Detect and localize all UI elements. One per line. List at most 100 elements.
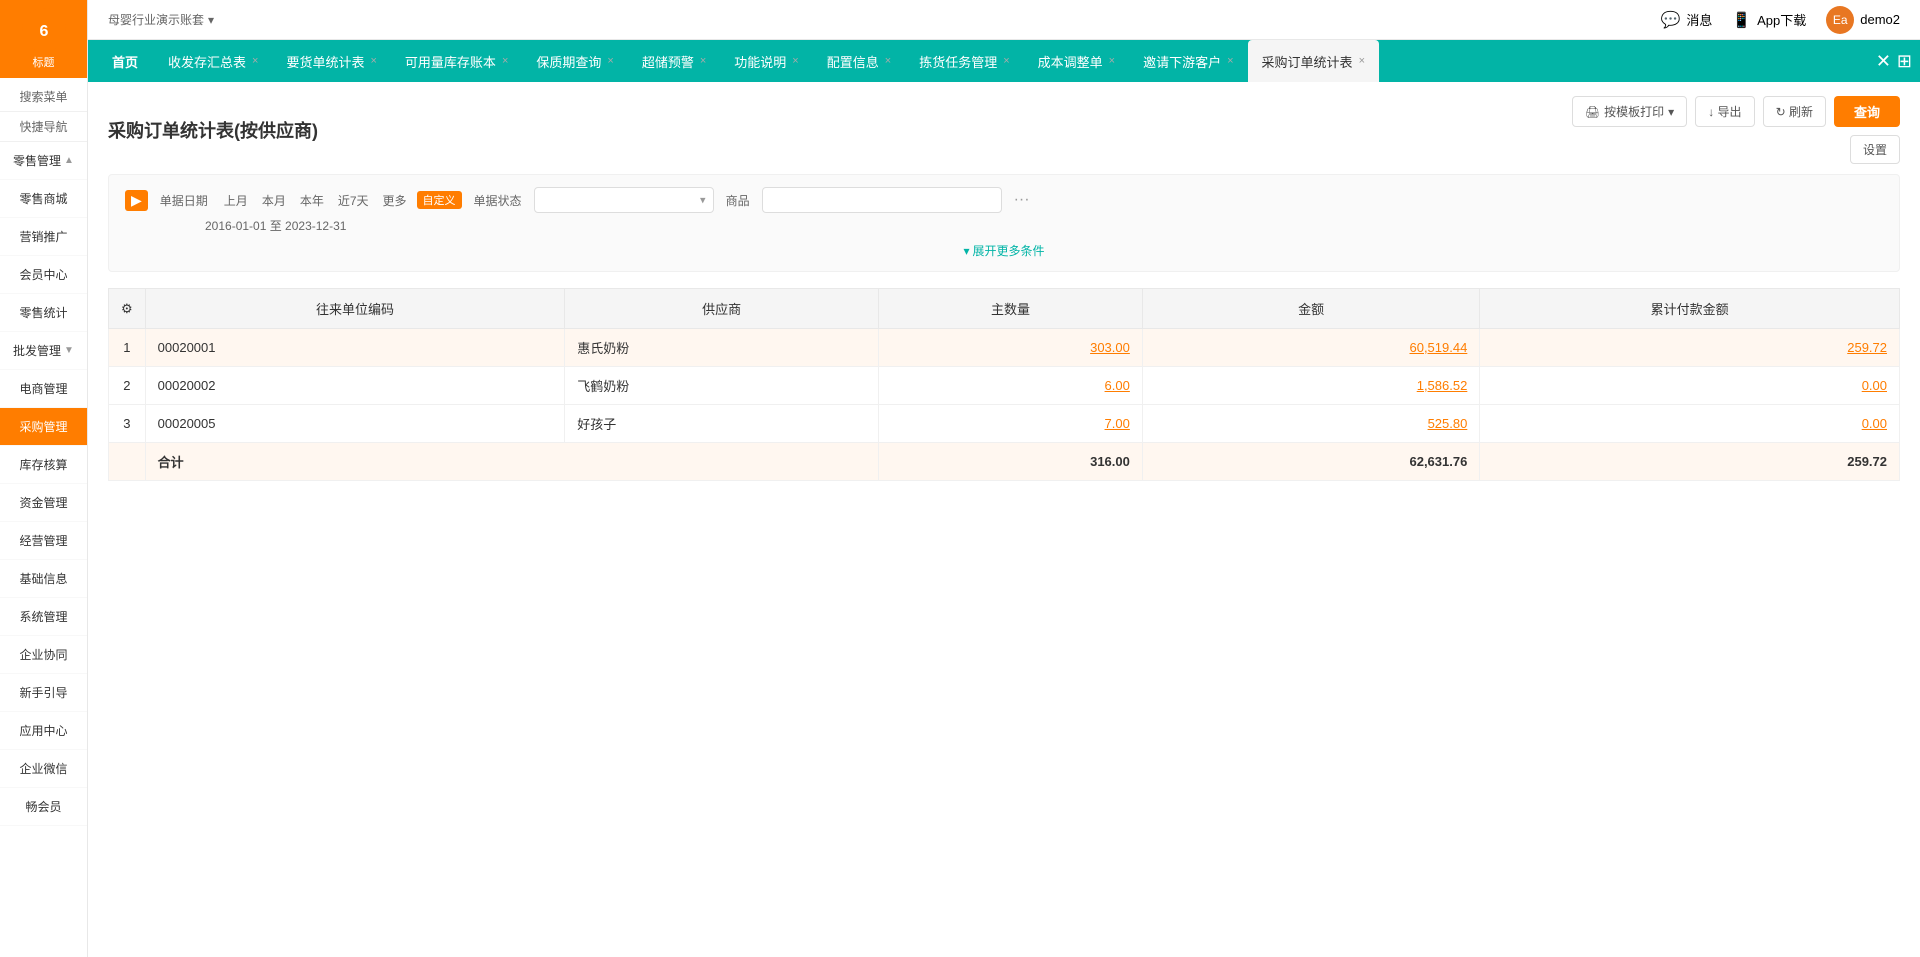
tab-config-info[interactable]: 配置信息 ×: [813, 40, 905, 82]
close-tab-invite-downstream[interactable]: ×: [1227, 55, 1233, 67]
sidebar-item-inventory[interactable]: 库存核算: [0, 446, 87, 484]
expand-more-button[interactable]: ▾ 展开更多条件: [963, 242, 1044, 259]
page-actions: 🖨 按模板打印 ▾ ↓ 导出 ↻ 刷新 查询 设置: [1572, 96, 1900, 164]
close-tab-function-desc[interactable]: ×: [792, 55, 798, 67]
tab-pick-tasks[interactable]: 拣货任务管理 ×: [905, 40, 1023, 82]
row-quantity: 6.00: [879, 367, 1143, 405]
user-profile[interactable]: Ea demo2: [1826, 6, 1900, 34]
sidebar-item-retail-stats[interactable]: 零售统计: [0, 294, 87, 332]
logo[interactable]: 6 标题: [0, 0, 87, 78]
close-tab-overstock-warning[interactable]: ×: [700, 55, 706, 67]
custom-date-badge[interactable]: 自定义: [417, 191, 462, 209]
tab-receive-summary[interactable]: 收发存汇总表 ×: [154, 40, 272, 82]
col-settings[interactable]: ⚙: [109, 289, 146, 329]
quantity-link[interactable]: 303.00: [1090, 340, 1130, 355]
tab-invite-downstream[interactable]: 邀请下游客户 ×: [1129, 40, 1247, 82]
amount-link[interactable]: 525.80: [1428, 416, 1468, 431]
tab-available-inventory[interactable]: 可用量库存账本 ×: [391, 40, 522, 82]
amount-link[interactable]: 1,586.52: [1417, 378, 1468, 393]
page-title-bar: 采购订单统计表(按供应商) 🖨 按模板打印 ▾ ↓ 导出 ↻ 刷新: [88, 82, 1920, 174]
close-all-tabs-icon[interactable]: ✕: [1876, 51, 1891, 72]
quick-nav-label[interactable]: 快捷导航: [19, 120, 67, 134]
sidebar-item-ecommerce-mgmt[interactable]: 电商管理: [0, 370, 87, 408]
paid-link[interactable]: 259.72: [1847, 340, 1887, 355]
tab-shelf-life[interactable]: 保质期查询 ×: [522, 40, 627, 82]
settings-button[interactable]: 设置: [1850, 135, 1900, 164]
close-tab-cost-adjust[interactable]: ×: [1109, 55, 1115, 67]
close-tab-available-inventory[interactable]: ×: [502, 55, 508, 67]
logo-text: 标题: [33, 54, 55, 70]
filter-toggle-btn[interactable]: ▶: [125, 190, 148, 211]
close-tab-purchase-stats[interactable]: ×: [1359, 55, 1365, 67]
paid-link[interactable]: 0.00: [1862, 378, 1887, 393]
close-tab-goods-stats[interactable]: ×: [370, 55, 376, 67]
sidebar-item-basic-info[interactable]: 基础信息: [0, 560, 87, 598]
tab-goods-stats[interactable]: 要货单统计表 ×: [272, 40, 390, 82]
sidebar-item-marketing[interactable]: 营销推广: [0, 218, 87, 256]
sidebar-item-member-center[interactable]: 会员中心: [0, 256, 87, 294]
table-row: 2 00020002 飞鹤奶粉 6.00 1,586.52 0.00: [109, 367, 1900, 405]
app-download-btn[interactable]: 📱 App下载: [1732, 10, 1806, 29]
export-icon: ↓: [1708, 105, 1714, 119]
sidebar-search[interactable]: 搜索菜单: [0, 78, 87, 112]
sidebar-item-label: 新手引导: [19, 686, 67, 700]
status-select[interactable]: [534, 187, 714, 213]
shortcut-last-month[interactable]: 上月: [220, 190, 252, 211]
sidebar-item-label: 库存核算: [19, 458, 67, 472]
search-label[interactable]: 搜索菜单: [19, 90, 67, 104]
sidebar-item-label: 零售商城: [19, 192, 67, 206]
messages-btn[interactable]: 💬 消息: [1660, 10, 1712, 30]
table-footer: 合计 316.00 62,631.76 259.72: [109, 443, 1900, 481]
paid-link[interactable]: 0.00: [1862, 416, 1887, 431]
tab-purchase-stats[interactable]: 采购订单统计表 ×: [1248, 40, 1379, 82]
sidebar-item-label: 畅会员: [25, 800, 61, 814]
sidebar-item-enterprise-wechat[interactable]: 企业微信: [0, 750, 87, 788]
sidebar-item-finance[interactable]: 资金管理: [0, 484, 87, 522]
username: demo2: [1860, 12, 1900, 27]
sidebar-item-app-center[interactable]: 应用中心: [0, 712, 87, 750]
sidebar-item-operations[interactable]: 经营管理: [0, 522, 87, 560]
goods-input[interactable]: [762, 187, 1002, 213]
shortcut-more[interactable]: 更多: [379, 190, 411, 211]
amount-link[interactable]: 60,519.44: [1409, 340, 1467, 355]
goods-more-icon[interactable]: ···: [1014, 191, 1030, 209]
sidebar-item-sys-mgmt[interactable]: 系统管理: [0, 598, 87, 636]
sidebar-item-retail-store[interactable]: 零售商城: [0, 180, 87, 218]
avatar-text: Ea: [1833, 13, 1848, 27]
export-button[interactable]: ↓ 导出: [1695, 96, 1754, 127]
sidebar-item-enterprise-collab[interactable]: 企业协同: [0, 636, 87, 674]
sidebar-item-vip[interactable]: 畅会员: [0, 788, 87, 826]
quantity-link[interactable]: 7.00: [1105, 416, 1130, 431]
header-bar: 母婴行业演示账套 ▾ 💬 消息 📱 App下载 Ea demo2: [88, 0, 1920, 40]
refresh-button[interactable]: ↻ 刷新: [1763, 96, 1826, 127]
close-tab-config-info[interactable]: ×: [885, 55, 891, 67]
col-quantity: 主数量: [879, 289, 1143, 329]
quantity-link[interactable]: 6.00: [1105, 378, 1130, 393]
filter-area: ▶ 单据日期 上月 本月 本年 近7天 更多 自定义 单据状态: [108, 174, 1900, 272]
sidebar-item-new-guide[interactable]: 新手引导: [0, 674, 87, 712]
sidebar-quick-nav[interactable]: 快捷导航: [0, 112, 87, 142]
close-tab-pick-tasks[interactable]: ×: [1003, 55, 1009, 67]
close-tab-receive-summary[interactable]: ×: [252, 55, 258, 67]
sidebar-item-purchase-mgmt[interactable]: 采购管理: [0, 408, 87, 446]
query-button[interactable]: 查询: [1834, 96, 1900, 127]
tab-home[interactable]: 首页: [96, 52, 154, 71]
chevron-down-icon: ▲: [64, 155, 74, 166]
shortcut-this-year[interactable]: 本年: [296, 190, 328, 211]
industry-dropdown[interactable]: 母婴行业演示账套 ▾: [108, 11, 214, 28]
print-icon: 🖨: [1585, 105, 1600, 119]
sidebar-item-wholesale-mgmt[interactable]: 批发管理 ▼: [0, 332, 87, 370]
status-filter-label: 单据状态: [474, 192, 522, 209]
tab-function-desc[interactable]: 功能说明 ×: [720, 40, 812, 82]
print-button[interactable]: 🖨 按模板打印 ▾: [1572, 96, 1687, 127]
tab-cost-adjust[interactable]: 成本调整单 ×: [1024, 40, 1129, 82]
close-tab-shelf-life[interactable]: ×: [607, 55, 613, 67]
shortcut-7days[interactable]: 近7天: [334, 190, 373, 211]
expand-tabs-icon[interactable]: ⊞: [1897, 51, 1912, 72]
header-left: 母婴行业演示账套 ▾: [108, 11, 214, 28]
refresh-icon: ↻: [1776, 105, 1786, 119]
sidebar-item-retail-mgmt[interactable]: 零售管理 ▲: [0, 142, 87, 180]
tab-overstock-warning[interactable]: 超储预警 ×: [628, 40, 720, 82]
shortcut-this-month[interactable]: 本月: [258, 190, 290, 211]
footer-amount: 62,631.76: [1142, 443, 1479, 481]
